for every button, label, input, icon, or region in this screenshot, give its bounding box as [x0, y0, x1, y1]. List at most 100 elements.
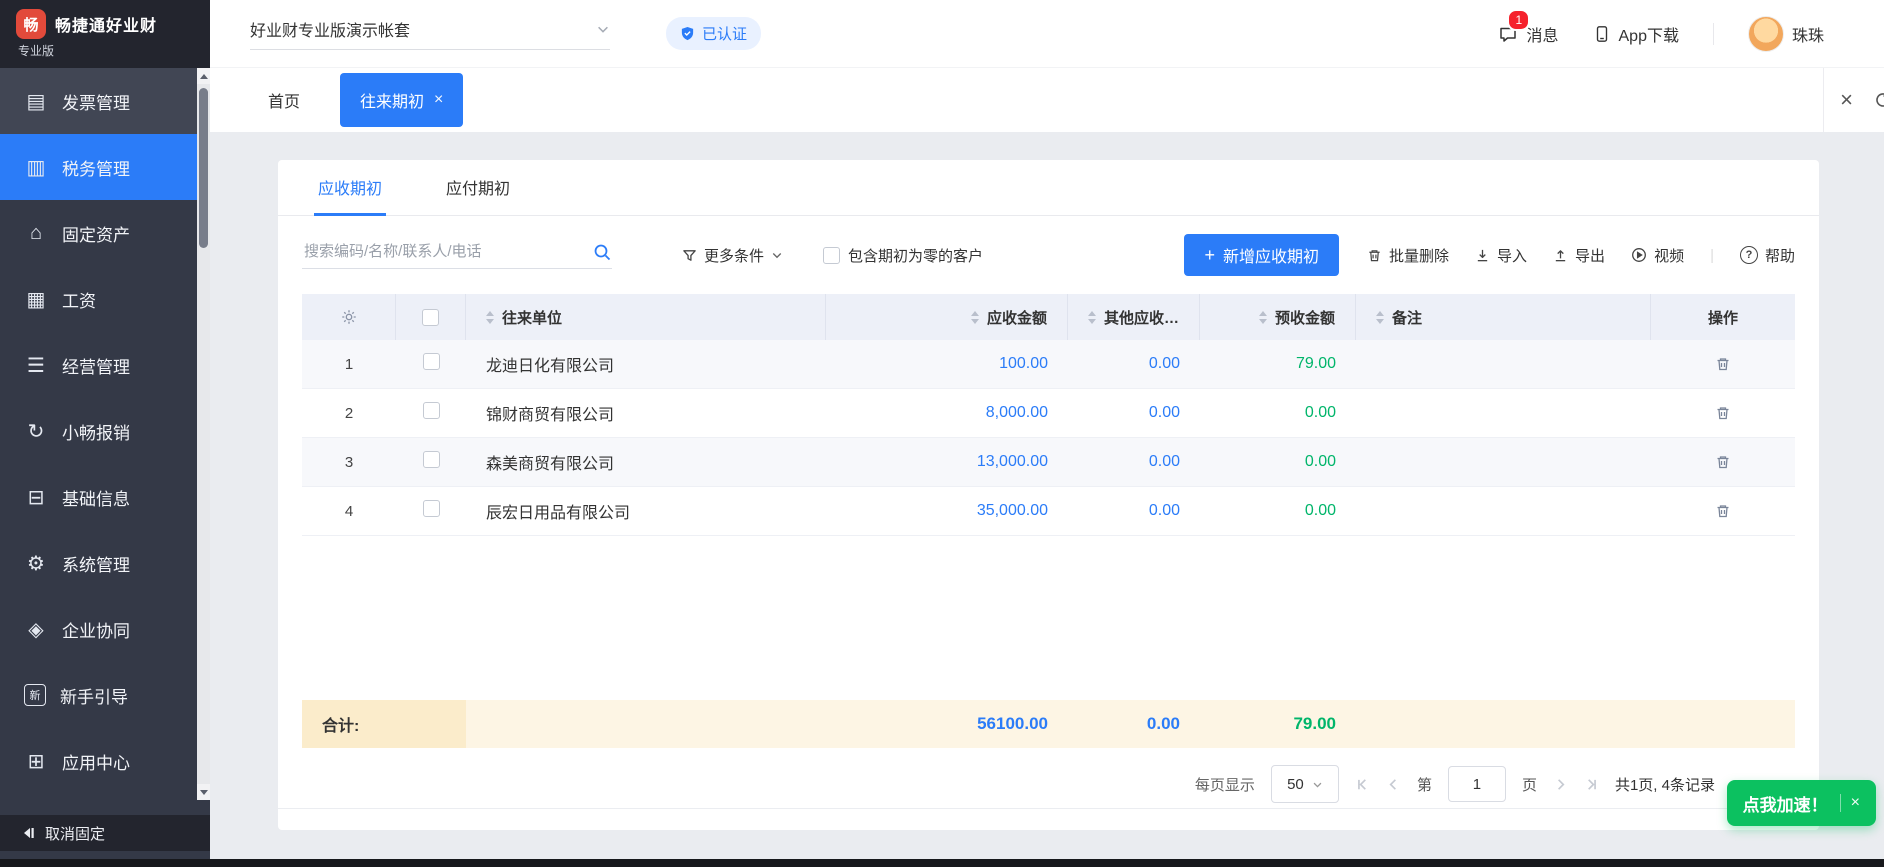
- tab-opening-balance[interactable]: 往来期初 ×: [340, 73, 464, 127]
- advance-amount: 79.00: [1295, 355, 1336, 372]
- app-download-button[interactable]: App下载: [1593, 22, 1679, 46]
- add-receivable-label: 新增应收期初: [1223, 249, 1320, 266]
- batch-delete-button[interactable]: 批量删除: [1367, 245, 1449, 266]
- app-download-label: App下载: [1618, 27, 1679, 45]
- receivable-amount: 8,000.00: [985, 404, 1048, 421]
- sidebar-item-salary[interactable]: ▦ 工资: [0, 266, 210, 332]
- messages-button[interactable]: 1 消息: [1498, 8, 1559, 46]
- column-label: 往来单位: [502, 309, 563, 327]
- user-menu[interactable]: 珠珠: [1747, 15, 1824, 52]
- page-size-label: 每页显示: [1194, 776, 1255, 794]
- scroll-down-icon[interactable]: [197, 784, 210, 800]
- sidebar-item-label: 企业协同: [62, 621, 130, 641]
- page-size-value: 50: [1287, 775, 1304, 793]
- topbar: 好业财专业版演示帐套 已认证 1 消息 App下载 珠珠: [210, 0, 1884, 68]
- include-zero-checkbox-group[interactable]: 包含期初为零的客户: [823, 245, 983, 266]
- partner-name: 锦财商贸有限公司: [486, 407, 615, 424]
- delete-row-button[interactable]: [1711, 352, 1735, 376]
- include-zero-checkbox[interactable]: [823, 246, 841, 264]
- tab-close-icon[interactable]: ×: [434, 91, 443, 109]
- sidebar-scrollbar[interactable]: [197, 68, 210, 800]
- tab-bar: 首页 往来期初 × ×: [210, 68, 1884, 132]
- username: 珠珠: [1791, 27, 1824, 45]
- search-box[interactable]: [302, 242, 612, 269]
- advance-amount: 0.00: [1304, 453, 1336, 470]
- column-label: 预收金额: [1274, 309, 1335, 327]
- account-set-select[interactable]: 好业财专业版演示帐套: [250, 17, 610, 50]
- page-prefix: 第: [1416, 776, 1432, 794]
- next-page-button[interactable]: [1553, 777, 1568, 792]
- tab-label: 往来期初: [360, 94, 425, 111]
- column-header-partner[interactable]: 往来单位: [466, 294, 826, 340]
- batch-delete-label: 批量删除: [1389, 247, 1450, 265]
- column-header-note[interactable]: 备注: [1356, 294, 1651, 340]
- promo-accelerate-button[interactable]: 点我加速！ ×: [1726, 780, 1876, 826]
- video-button[interactable]: 视频: [1631, 245, 1684, 266]
- row-checkbox[interactable]: [422, 500, 440, 517]
- export-button[interactable]: 导出: [1553, 245, 1605, 266]
- operations-icon: ☰: [27, 354, 45, 377]
- scroll-up-icon[interactable]: [197, 68, 210, 84]
- tabbar-right-controls: ×: [1823, 68, 1884, 132]
- sidebar-item-reimburse[interactable]: ↻ 小畅报销: [0, 398, 210, 464]
- column-settings-button[interactable]: [302, 294, 396, 340]
- table-empty-space: [302, 536, 1795, 700]
- brand-name: 畅捷通好业财: [55, 18, 158, 35]
- total-advance: 79.00: [1293, 714, 1336, 733]
- column-header-receivable[interactable]: 应收金额: [826, 294, 1068, 340]
- sidebar-item-system[interactable]: ⚙ 系统管理: [0, 530, 210, 596]
- sidebar-item-invoice[interactable]: ▤ 发票管理: [0, 68, 210, 134]
- topbar-divider: [1712, 22, 1714, 45]
- delete-row-button[interactable]: [1711, 450, 1735, 474]
- refresh-icon[interactable]: [1873, 90, 1884, 110]
- delete-row-button[interactable]: [1711, 499, 1735, 523]
- column-header-other-receivable[interactable]: 其他应收…: [1068, 294, 1200, 340]
- unpin-label: 取消固定: [45, 825, 106, 843]
- import-button[interactable]: 导入: [1475, 245, 1527, 266]
- invoice-icon: ▤: [26, 90, 46, 113]
- page-number-input[interactable]: [1447, 766, 1506, 802]
- page-suffix: 页: [1521, 776, 1537, 794]
- row-checkbox[interactable]: [422, 353, 440, 370]
- close-all-tabs-icon[interactable]: ×: [1840, 89, 1853, 111]
- sidebar-item-operations[interactable]: ☰ 经营管理: [0, 332, 210, 398]
- first-page-button[interactable]: [1355, 777, 1370, 792]
- search-input[interactable]: [302, 242, 592, 261]
- tab-home[interactable]: 首页: [254, 88, 314, 112]
- row-checkbox[interactable]: [422, 451, 440, 468]
- phone-icon: [1596, 25, 1607, 42]
- total-receivable: 56100.00: [977, 714, 1048, 733]
- sidebar-item-label: 经营管理: [62, 357, 130, 377]
- sidebar-item-collaboration[interactable]: ◈ 企业协同: [0, 596, 210, 662]
- table-row: 1 龙迪日化有限公司 100.00 0.00 79.00: [302, 340, 1795, 389]
- last-page-button[interactable]: [1584, 777, 1599, 792]
- delete-row-button[interactable]: [1711, 401, 1735, 425]
- sidebar-item-app-center[interactable]: ⊞ 应用中心: [0, 728, 210, 794]
- row-checkbox[interactable]: [422, 402, 440, 419]
- sidebar-item-guide[interactable]: 新 新手引导: [0, 662, 210, 728]
- unpin-sidebar-button[interactable]: 取消固定: [0, 815, 210, 851]
- row-index: 4: [344, 502, 354, 520]
- add-receivable-button[interactable]: + 新增应收期初: [1184, 234, 1340, 276]
- brand-logo-icon: 畅: [16, 9, 46, 39]
- toolbar: 更多条件 包含期初为零的客户 + 新增应收期初 批量删除 导入: [278, 216, 1819, 294]
- account-set-name: 好业财专业版演示帐套: [250, 23, 411, 40]
- sidebar-item-basic-info[interactable]: ⊟ 基础信息: [0, 464, 210, 530]
- subtab-receivable[interactable]: 应收期初: [314, 175, 387, 216]
- prev-page-button[interactable]: [1386, 777, 1401, 792]
- sidebar-item-label: 新手引导: [60, 687, 128, 707]
- select-all-checkbox[interactable]: [422, 308, 439, 326]
- sidebar-item-fixed-assets[interactable]: ⌂ 固定资产: [0, 200, 210, 266]
- reimburse-icon: ↻: [27, 420, 45, 443]
- help-button[interactable]: ? 帮助: [1739, 245, 1795, 266]
- sidebar-item-tax[interactable]: ▥ 税务管理: [0, 134, 210, 200]
- other-receivable-amount: 0.00: [1148, 502, 1180, 519]
- sort-icon: [1087, 307, 1096, 328]
- subtab-payable[interactable]: 应付期初: [442, 175, 514, 215]
- promo-close-icon[interactable]: ×: [1839, 794, 1860, 812]
- more-filters-button[interactable]: 更多条件: [682, 245, 783, 266]
- search-icon[interactable]: [592, 242, 612, 262]
- scrollbar-thumb[interactable]: [199, 88, 208, 248]
- column-header-advance[interactable]: 预收金额: [1200, 294, 1356, 340]
- page-size-select[interactable]: 50: [1270, 765, 1339, 803]
